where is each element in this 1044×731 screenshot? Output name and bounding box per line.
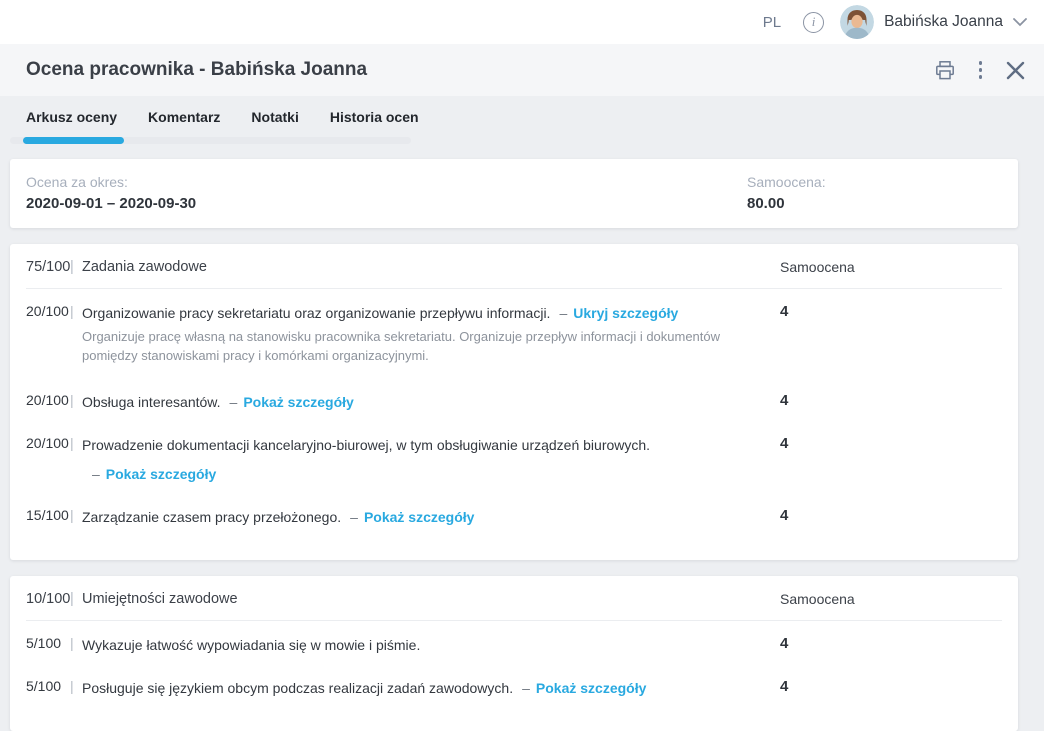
criterion-value: 4	[752, 635, 1002, 652]
avatar[interactable]	[840, 5, 874, 39]
language-switcher[interactable]: PL	[763, 14, 781, 31]
tabs: Arkusz oceny Komentarz Notatki Historia …	[0, 96, 1044, 146]
section-title: Umiejętności zawodowe	[82, 591, 752, 607]
criterion-text: Posługuje się językiem obcym podczas rea…	[82, 678, 752, 699]
link-dash: –	[92, 466, 100, 482]
criterion-text: Prowadzenie dokumentacji kancelaryjno-bi…	[82, 435, 752, 485]
self-assessment-field: Samoocena: 80.00	[747, 174, 1002, 212]
criterion-score: 15/100	[26, 507, 70, 523]
section-score: 10/100	[26, 591, 70, 607]
show-details-link[interactable]: Pokaż szczegóły	[106, 466, 217, 482]
criterion-text: Zarządzanie czasem pracy przełożonego.–P…	[82, 507, 752, 528]
hide-details-link[interactable]: Ukryj szczegóły	[573, 305, 678, 321]
criterion-text: Obsługa interesantów.–Pokaż szczegóły	[82, 392, 752, 413]
criterion-value: 4	[752, 678, 1002, 695]
criterion-row: 5/100 | Wykazuje łatwość wypowiadania si…	[26, 621, 1002, 664]
more-options-button[interactable]	[975, 59, 987, 81]
link-dash: –	[350, 509, 358, 525]
close-button[interactable]	[1005, 60, 1026, 81]
section-header: 75/100 | Zadania zawodowe Samoocena	[26, 244, 1002, 289]
topbar: PL i Babińska Joanna	[0, 0, 1044, 44]
score-separator: |	[70, 259, 82, 275]
criterion-text: Wykazuje łatwość wypowiadania się w mowi…	[82, 635, 752, 656]
info-icon[interactable]: i	[803, 12, 824, 33]
section-title: Zadania zawodowe	[82, 259, 752, 275]
criterion-score: 5/100	[26, 635, 70, 651]
criterion-row: 15/100 | Zarządzanie czasem pracy przeło…	[26, 493, 1002, 536]
period-field: Ocena za okres: 2020-09-01 – 2020-09-30	[26, 174, 747, 212]
close-icon	[1005, 60, 1026, 81]
criterion-text: Organizowanie pracy sekretariatu oraz or…	[82, 303, 752, 324]
period-label: Ocena za okres:	[26, 174, 747, 190]
section-zadania-zawodowe: 75/100 | Zadania zawodowe Samoocena 20/1…	[10, 244, 1018, 560]
criterion-row: 5/100 | Posługuje się językiem obcym pod…	[26, 664, 1002, 707]
self-assessment-label: Samoocena:	[747, 174, 1002, 190]
summary-card: Ocena za okres: 2020-09-01 – 2020-09-30 …	[10, 159, 1018, 228]
link-dash: –	[230, 394, 238, 410]
link-dash: –	[522, 680, 530, 696]
show-details-link[interactable]: Pokaż szczegóły	[536, 680, 647, 696]
criterion-row: 20/100 | Obsługa interesantów.–Pokaż szc…	[26, 378, 1002, 421]
criterion-value: 4	[752, 507, 1002, 524]
section-umiejetnosci-zawodowe: 10/100 | Umiejętności zawodowe Samoocena…	[10, 576, 1018, 731]
chevron-down-icon[interactable]	[1012, 17, 1028, 27]
print-button[interactable]	[934, 60, 956, 81]
link-dash: –	[559, 305, 567, 321]
criterion-score: 5/100	[26, 678, 70, 694]
period-value: 2020-09-01 – 2020-09-30	[26, 195, 747, 212]
criterion-score: 20/100	[26, 392, 70, 408]
criterion-score: 20/100	[26, 435, 70, 451]
section-score: 75/100	[26, 259, 70, 275]
page-title: Ocena pracownika - Babińska Joanna	[26, 59, 915, 81]
self-assessment-value: 80.00	[747, 195, 1002, 212]
show-details-link[interactable]: Pokaż szczegóły	[364, 509, 475, 525]
criterion-score: 20/100	[26, 303, 70, 319]
column-header-samoocena: Samoocena	[752, 591, 1002, 607]
avatar-image	[840, 5, 874, 39]
printer-icon	[934, 60, 956, 81]
section-header: 10/100 | Umiejętności zawodowe Samoocena	[26, 576, 1002, 621]
column-header-samoocena: Samoocena	[752, 259, 1002, 275]
user-menu[interactable]: Babińska Joanna	[884, 13, 1003, 31]
titlebar: Ocena pracownika - Babińska Joanna	[0, 44, 1044, 96]
criterion-row: 20/100 | Organizowanie pracy sekretariat…	[26, 289, 1002, 378]
criterion-row: 20/100 | Prowadzenie dokumentacji kancel…	[26, 421, 1002, 493]
criterion-value: 4	[752, 392, 1002, 409]
show-details-link[interactable]: Pokaż szczegóły	[243, 394, 354, 410]
criterion-value: 4	[752, 435, 1002, 452]
score-separator: |	[70, 591, 82, 607]
kebab-icon	[979, 61, 983, 65]
active-tab-indicator	[23, 137, 124, 144]
criterion-details: Organizuje pracę własną na stanowisku pr…	[82, 328, 752, 366]
criterion-value: 4	[752, 303, 1002, 320]
